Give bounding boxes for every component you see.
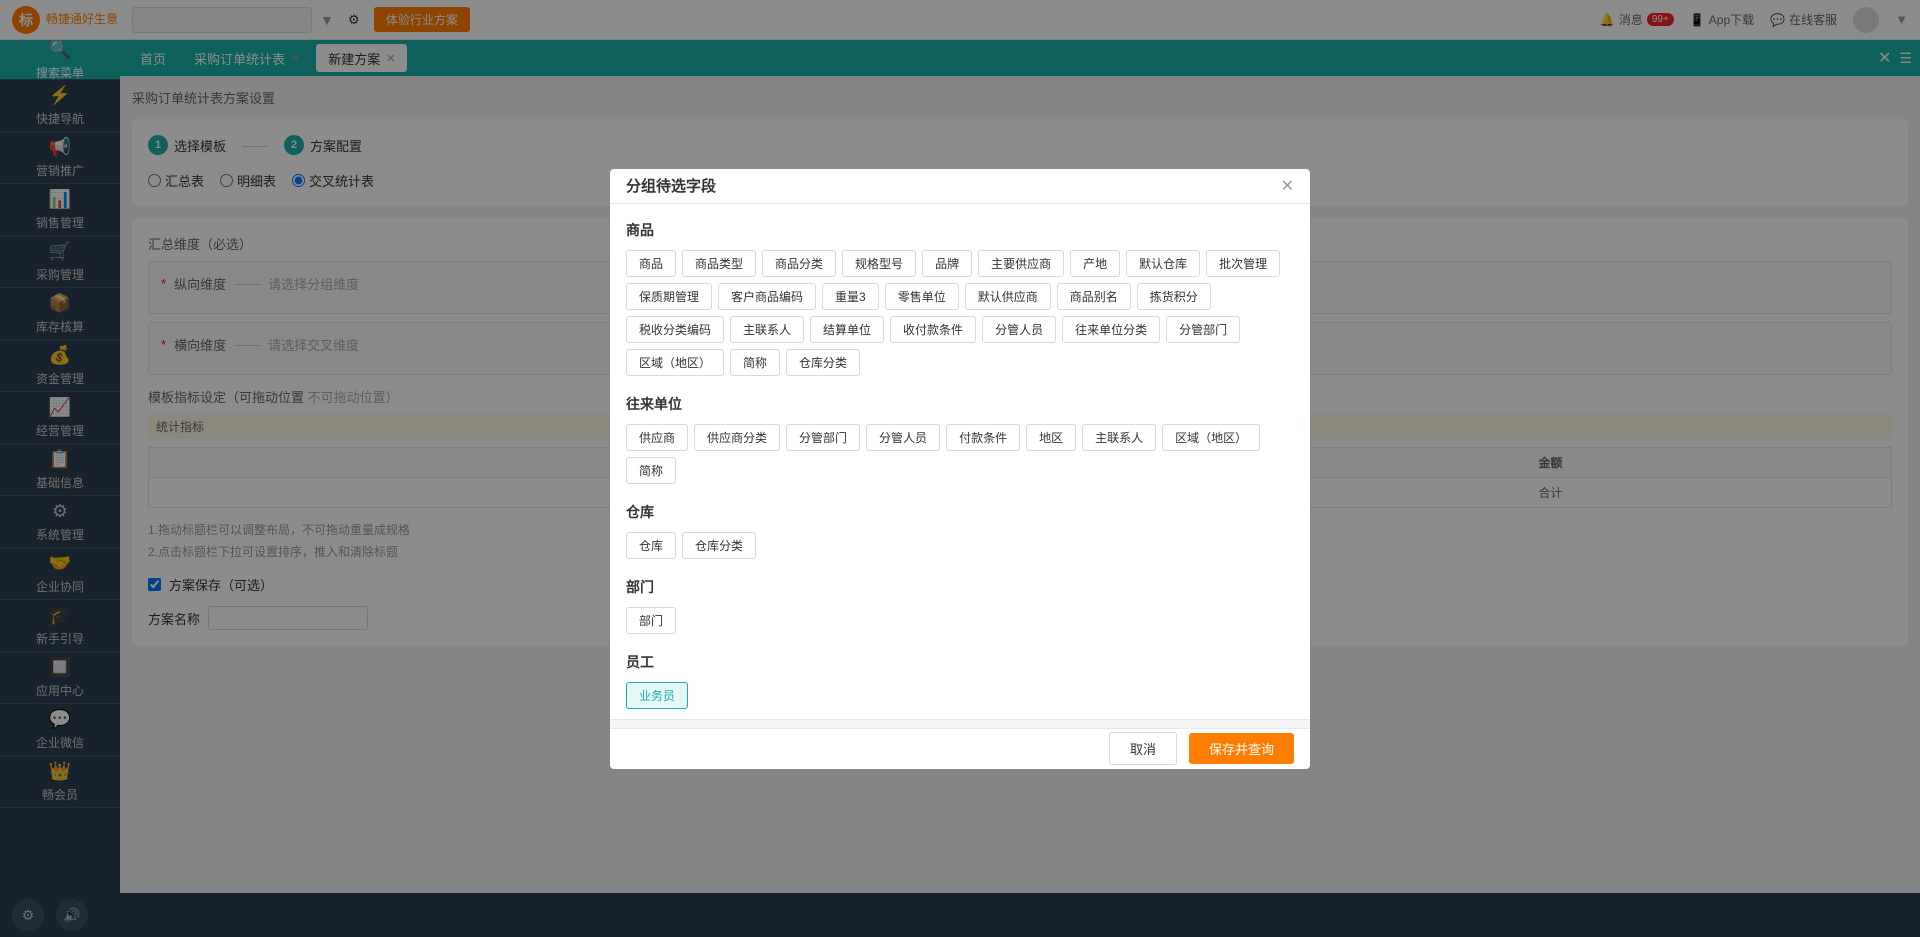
tag-origin[interactable]: 产地 — [1070, 250, 1120, 277]
confirm-button[interactable]: 保存并查询 — [1189, 733, 1294, 764]
tag-customer-code[interactable]: 客户商品编码 — [718, 283, 816, 310]
dialog-close-button[interactable]: ✕ — [1281, 176, 1294, 196]
tag-spec-model[interactable]: 规格型号 — [842, 250, 916, 277]
dialog: 分组待选字段 ✕ 商品 商品 商品类型 商品分类 规格型号 品牌 主要供应商 产… — [610, 169, 1310, 769]
dialog-body: 商品 商品 商品类型 商品分类 规格型号 品牌 主要供应商 产地 默认仓库 批次… — [610, 204, 1310, 719]
tag-product-category[interactable]: 商品分类 — [762, 250, 836, 277]
tag-default-supplier[interactable]: 默认供应商 — [965, 283, 1051, 310]
tag-payment-condition[interactable]: 付款条件 — [946, 424, 1020, 451]
tag-payment-terms[interactable]: 收付款条件 — [890, 316, 976, 343]
tag-dept-managed[interactable]: 分管部门 — [1166, 316, 1240, 343]
tag-main-contact2[interactable]: 主联系人 — [1082, 424, 1156, 451]
tag-default-warehouse[interactable]: 默认仓库 — [1126, 250, 1200, 277]
tag-product-alias[interactable]: 商品别名 — [1057, 283, 1131, 310]
section-counterpart: 往来单位 供应商 供应商分类 分管部门 分管人员 付款条件 地区 主联系人 区域… — [626, 394, 1294, 484]
dialog-title: 分组待选字段 — [626, 175, 716, 196]
dialog-footer: 取消 保存并查询 — [610, 728, 1310, 768]
dialog-h-scrollbar[interactable] — [610, 719, 1310, 728]
tag-retail-unit[interactable]: 零售单位 — [885, 283, 959, 310]
tag-salesperson[interactable]: 业务员 — [626, 682, 688, 709]
section-counterpart-title: 往来单位 — [626, 394, 1294, 414]
dept-tags: 部门 — [626, 607, 1294, 634]
tag-short-name2[interactable]: 简称 — [626, 457, 676, 484]
tag-managed-person[interactable]: 分管人员 — [866, 424, 940, 451]
counterpart-tags: 供应商 供应商分类 分管部门 分管人员 付款条件 地区 主联系人 区域（地区） … — [626, 424, 1294, 484]
section-warehouse: 仓库 仓库 仓库分类 — [626, 502, 1294, 559]
section-employee: 员工 业务员 — [626, 652, 1294, 709]
tag-short-name[interactable]: 简称 — [730, 349, 780, 376]
employee-tags: 业务员 — [626, 682, 1294, 709]
tag-tax-code[interactable]: 税收分类编码 — [626, 316, 724, 343]
tag-supplier-category[interactable]: 供应商分类 — [694, 424, 780, 451]
section-employee-title: 员工 — [626, 652, 1294, 672]
tag-warehouse-cat[interactable]: 仓库分类 — [682, 532, 756, 559]
tag-product-type[interactable]: 商品类型 — [682, 250, 756, 277]
tag-region2[interactable]: 区域（地区） — [1162, 424, 1260, 451]
tag-batch-mgmt[interactable]: 批次管理 — [1206, 250, 1280, 277]
tag-settlement-unit[interactable]: 结算单位 — [810, 316, 884, 343]
cancel-button[interactable]: 取消 — [1109, 732, 1177, 765]
tag-managed-dept[interactable]: 分管部门 — [786, 424, 860, 451]
overlay: 分组待选字段 ✕ 商品 商品 商品类型 商品分类 规格型号 品牌 主要供应商 产… — [0, 0, 1920, 937]
tag-main-supplier[interactable]: 主要供应商 — [978, 250, 1064, 277]
product-tags: 商品 商品类型 商品分类 规格型号 品牌 主要供应商 产地 默认仓库 批次管理 … — [626, 250, 1294, 376]
section-product-title: 商品 — [626, 220, 1294, 240]
tag-shelf-life[interactable]: 保质期管理 — [626, 283, 712, 310]
warehouse-tags: 仓库 仓库分类 — [626, 532, 1294, 559]
tag-warehouse[interactable]: 仓库 — [626, 532, 676, 559]
tag-brand[interactable]: 品牌 — [922, 250, 972, 277]
tag-warehouse-category[interactable]: 仓库分类 — [786, 349, 860, 376]
tag-counterpart-category[interactable]: 往来单位分类 — [1062, 316, 1160, 343]
tag-pick-points[interactable]: 拣货积分 — [1137, 283, 1211, 310]
section-warehouse-title: 仓库 — [626, 502, 1294, 522]
tag-main-contact[interactable]: 主联系人 — [730, 316, 804, 343]
tag-product[interactable]: 商品 — [626, 250, 676, 277]
tag-supplier[interactable]: 供应商 — [626, 424, 688, 451]
section-dept: 部门 部门 — [626, 577, 1294, 634]
tag-weight3[interactable]: 重量3 — [822, 283, 879, 310]
tag-region[interactable]: 区域（地区） — [626, 349, 724, 376]
tag-supervisor[interactable]: 分管人员 — [982, 316, 1056, 343]
section-product: 商品 商品 商品类型 商品分类 规格型号 品牌 主要供应商 产地 默认仓库 批次… — [626, 220, 1294, 376]
tag-area[interactable]: 地区 — [1026, 424, 1076, 451]
dialog-header: 分组待选字段 ✕ — [610, 169, 1310, 205]
tag-dept[interactable]: 部门 — [626, 607, 676, 634]
section-dept-title: 部门 — [626, 577, 1294, 597]
